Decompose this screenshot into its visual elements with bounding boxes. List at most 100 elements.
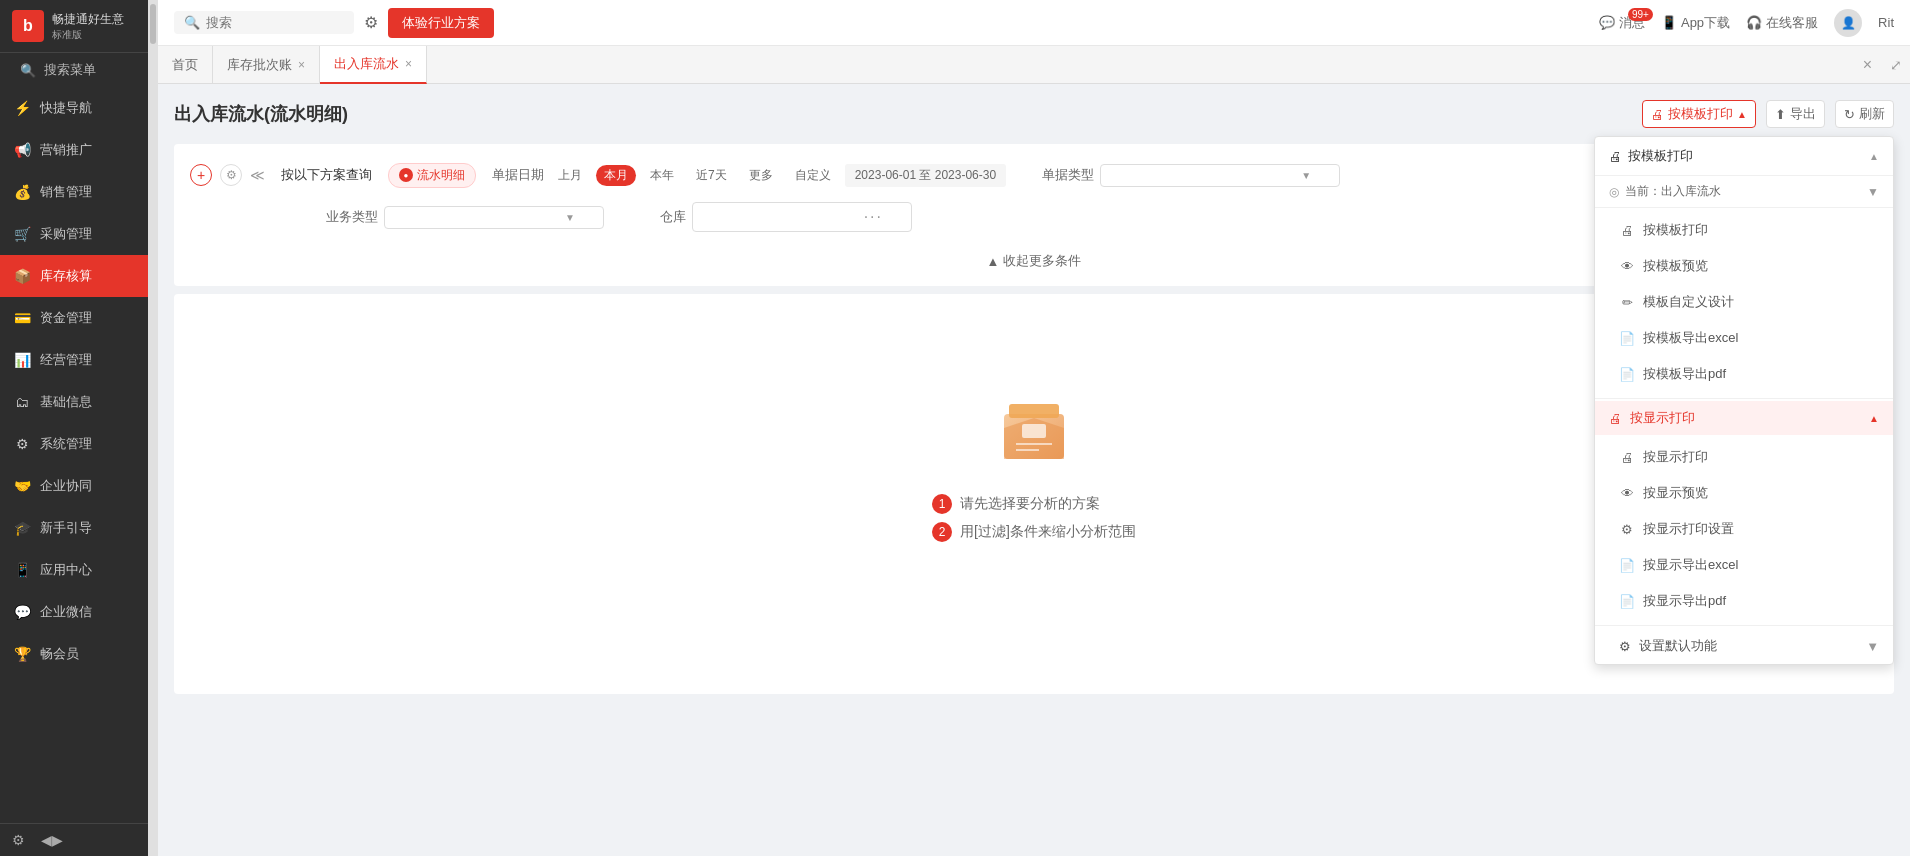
tab-home[interactable]: 首页	[158, 46, 213, 84]
finance-label: 资金管理	[40, 309, 92, 327]
sidebar-bottom: ⚙ ◀▶	[0, 823, 148, 856]
tabbar-expand[interactable]: ⤢	[1882, 57, 1910, 73]
template-export-pdf-label: 按模板导出pdf	[1643, 365, 1726, 383]
refresh-btn[interactable]: ↻ 刷新	[1835, 100, 1894, 128]
main-content: 🔍 ⚙ 体验行业方案 💬 消息 99+ 📱 App下载 🎧 在线客服 👤 Rit	[158, 0, 1910, 856]
purchase-label: 采购管理	[40, 225, 92, 243]
topbar-right: 💬 消息 99+ 📱 App下载 🎧 在线客服 👤 Rit	[1599, 9, 1894, 37]
member-icon: 🏆	[12, 644, 32, 664]
sidebar-item-enterprise[interactable]: 🤝企业协同	[0, 465, 148, 507]
tab-flow[interactable]: 出入库流水 ×	[320, 46, 427, 84]
message-btn[interactable]: 💬 消息 99+	[1599, 14, 1645, 32]
panel-item-template-preview[interactable]: 👁按模板预览	[1595, 248, 1893, 284]
topbar-gear-icon[interactable]: ⚙	[364, 13, 378, 32]
panel-footer[interactable]: ⚙ 设置默认功能 ▼	[1595, 628, 1893, 664]
tab-batch[interactable]: 库存批次账 ×	[213, 46, 320, 84]
tabbar-close-all[interactable]: ×	[1853, 56, 1882, 74]
warehouse-label: 仓库	[660, 208, 686, 226]
sidebar-item-purchase[interactable]: 🛒采购管理	[0, 213, 148, 255]
collapse-chevron: ▲	[987, 254, 1000, 269]
page-header: 出入库流水(流水明细) 🖨 按模板打印 ▲ ⬆ 导出 ↻ 刷新	[174, 100, 1894, 128]
online-service-btn[interactable]: 🎧 在线客服	[1746, 14, 1818, 32]
topbar-search-input[interactable]	[206, 15, 326, 30]
date-btn-本月[interactable]: 本月	[596, 165, 636, 186]
trial-btn[interactable]: 体验行业方案	[388, 8, 494, 38]
date-btn-近7天[interactable]: 近7天	[688, 165, 735, 186]
biz-type-select[interactable]: ▼	[384, 206, 604, 229]
panel-header-arrow[interactable]: ▲	[1869, 151, 1879, 162]
scroll-thumb	[150, 4, 156, 44]
panel-title-label: 按模板打印	[1628, 147, 1693, 165]
voucher-type-select[interactable]: ▼	[1100, 164, 1340, 187]
panel-header-title: 🖨 按模板打印	[1609, 147, 1693, 165]
panel-item-display-export-excel[interactable]: 📄按显示导出excel	[1595, 547, 1893, 583]
appstore-icon: 📱	[12, 560, 32, 580]
template-custom-label: 模板自定义设计	[1643, 293, 1734, 311]
marketing-icon: 📢	[12, 140, 32, 160]
sidebar-item-system[interactable]: ⚙系统管理	[0, 423, 148, 465]
tab-batch-close[interactable]: ×	[298, 58, 305, 72]
date-btn-本年[interactable]: 本年	[642, 165, 682, 186]
display-export-excel-label: 按显示导出excel	[1643, 556, 1738, 574]
topbar-search-box[interactable]: 🔍	[174, 11, 354, 34]
sidebar-item-guide[interactable]: 🎓新手引导	[0, 507, 148, 549]
voucher-select-arrow: ▼	[1301, 170, 1311, 181]
sales-icon: 💰	[12, 182, 32, 202]
app-download-label: App下载	[1681, 14, 1730, 32]
date-btn-上月[interactable]: 上月	[550, 165, 590, 186]
app-download-btn[interactable]: 📱 App下载	[1661, 14, 1730, 32]
sidebar-item-operations[interactable]: 📊经营管理	[0, 339, 148, 381]
panel-item-display-print[interactable]: 🖨按显示打印	[1595, 439, 1893, 475]
sidebar-item-wechat[interactable]: 💬企业微信	[0, 591, 148, 633]
warehouse-more[interactable]: ···	[864, 208, 883, 226]
tabbar: 首页 库存批次账 × 出入库流水 × × ⤢	[158, 46, 1910, 84]
sidebar-item-marketing[interactable]: 📢营销推广	[0, 129, 148, 171]
collapse-icon[interactable]: ◀▶	[41, 832, 63, 848]
sidebar-scrollbar[interactable]	[148, 0, 158, 856]
filter-label-text: 按以下方案查询	[281, 166, 372, 184]
panel-item-template-print[interactable]: 🖨按模板打印	[1595, 212, 1893, 248]
guide-icon: 🎓	[12, 518, 32, 538]
template-export-excel-icon: 📄	[1619, 330, 1635, 346]
settings-icon[interactable]: ⚙	[12, 832, 25, 848]
biz-type-label: 业务类型	[326, 208, 378, 226]
operations-label: 经营管理	[40, 351, 92, 369]
export-btn[interactable]: ⬆ 导出	[1766, 100, 1825, 128]
sidebar-item-quick-nav[interactable]: ⚡快捷导航	[0, 87, 148, 129]
display-header-label: 按显示打印	[1630, 409, 1695, 427]
user-avatar[interactable]: 👤	[1834, 9, 1862, 37]
panel-item-display-preview[interactable]: 👁按显示预览	[1595, 475, 1893, 511]
warehouse-select[interactable]: ···	[692, 202, 912, 232]
sidebar-item-appstore[interactable]: 📱应用中心	[0, 549, 148, 591]
panel-item-display-settings[interactable]: ⚙按显示打印设置	[1595, 511, 1893, 547]
sidebar-item-member[interactable]: 🏆 畅会员	[0, 633, 148, 675]
filter-tag[interactable]: ● 流水明细	[388, 163, 476, 188]
empty-steps: 1 请先选择要分析的方案 2 用[过滤]条件来缩小分析范围	[932, 494, 1136, 550]
sidebar-item-sales[interactable]: 💰销售管理	[0, 171, 148, 213]
member-label: 畅会员	[40, 645, 79, 663]
sidebar-item-finance[interactable]: 💳资金管理	[0, 297, 148, 339]
panel-item-template-export-excel[interactable]: 📄按模板导出excel	[1595, 320, 1893, 356]
panel-header: 🖨 按模板打印 ▲	[1595, 137, 1893, 176]
print-template-btn[interactable]: 🖨 按模板打印 ▲	[1642, 100, 1756, 128]
logo-icon: b	[12, 10, 44, 42]
display-section-header[interactable]: 🖨 按显示打印 ▲	[1595, 401, 1893, 435]
panel-item-display-export-pdf[interactable]: 📄按显示导出pdf	[1595, 583, 1893, 619]
panel-item-template-custom[interactable]: ✏ 模板自定义设计	[1595, 284, 1893, 320]
sidebar-item-inventory[interactable]: 📦库存核算	[0, 255, 148, 297]
date-btn-更多[interactable]: 更多	[741, 165, 781, 186]
filter-add-btn[interactable]: +	[190, 164, 212, 186]
tab-flow-close[interactable]: ×	[405, 57, 412, 71]
search-icon: 🔍	[20, 63, 36, 78]
template-custom-icon: ✏	[1619, 294, 1635, 310]
page-actions: 🖨 按模板打印 ▲ ⬆ 导出 ↻ 刷新 🖨	[1642, 100, 1894, 128]
date-range: 2023-06-01 至 2023-06-30	[845, 164, 1006, 187]
panel-item-template-export-pdf[interactable]: 📄按模板导出pdf	[1595, 356, 1893, 392]
username[interactable]: Rit	[1878, 15, 1894, 30]
filter-collapse-btn[interactable]: ≪	[250, 167, 265, 183]
date-btn-自定义[interactable]: 自定义	[787, 165, 839, 186]
wechat-icon: 💬	[12, 602, 32, 622]
sidebar-search[interactable]: 🔍 搜索菜单	[0, 53, 148, 87]
filter-settings-btn[interactable]: ⚙	[220, 164, 242, 186]
sidebar-item-basics[interactable]: 🗂基础信息	[0, 381, 148, 423]
